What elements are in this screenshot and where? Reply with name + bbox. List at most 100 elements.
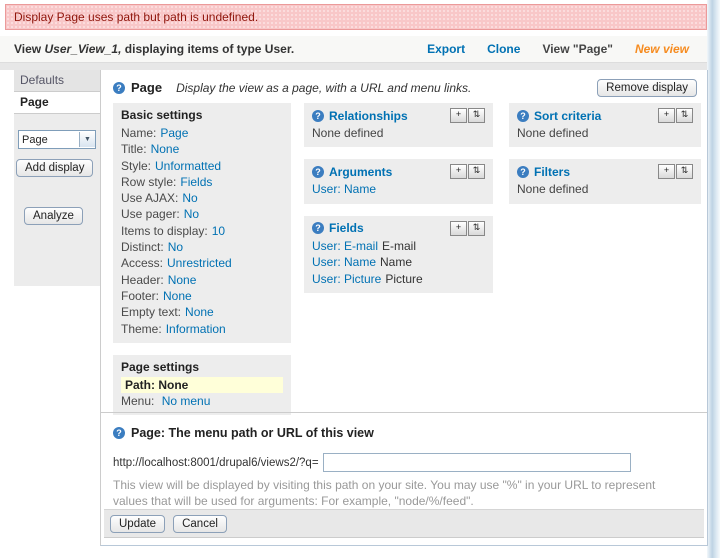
setting-value-link[interactable]: No [168, 240, 183, 254]
header-links: Export Clone View "Page" New view [427, 42, 689, 56]
add-icon[interactable]: + [658, 108, 675, 123]
rearrange-icon[interactable]: ⇅ [676, 164, 693, 180]
help-icon[interactable]: ? [113, 427, 125, 439]
path-label: Path: [125, 377, 155, 392]
setting-value-link[interactable]: Fields [180, 175, 212, 189]
path-url-row: http://localhost:8001/drupal6/views2/?q= [113, 453, 707, 472]
setting-label: Title: [121, 142, 147, 157]
tab-defaults[interactable]: Defaults [14, 70, 100, 92]
field-item-link[interactable]: User: E-mail [312, 239, 378, 253]
view-title-desc: displaying items of type User. [124, 42, 295, 56]
form-actions-bar: Update Cancel [104, 509, 704, 538]
sort-criteria-box: ? Sort criteria + ⇅ None defined [509, 103, 701, 148]
tab-strip [0, 63, 707, 70]
setting-value-link[interactable]: No [182, 191, 197, 205]
update-button[interactable]: Update [110, 514, 166, 533]
export-link[interactable]: Export [427, 42, 465, 56]
menu-label: Menu: [121, 394, 155, 409]
path-value-link[interactable]: None [158, 378, 188, 392]
path-input[interactable] [322, 453, 631, 472]
field-item: User: Picture Picture [312, 271, 485, 287]
add-display-button[interactable]: Add display [16, 159, 94, 177]
sidebar-panel: Page ▼ Add display Analyze [14, 114, 100, 286]
argument-item: User: Name [312, 181, 485, 197]
setting-value-link[interactable]: None [163, 289, 192, 303]
add-icon[interactable]: + [450, 108, 467, 123]
cancel-button[interactable]: Cancel [173, 514, 227, 533]
setting-label: Items to display: [121, 223, 208, 238]
setting-row: Use AJAX: No [121, 190, 283, 206]
rearrange-icon[interactable]: ⇅ [468, 164, 485, 180]
clone-link[interactable]: Clone [487, 42, 520, 56]
arguments-title-link[interactable]: Arguments [329, 165, 450, 179]
setting-value-link[interactable]: Page [160, 126, 188, 140]
help-icon[interactable]: ? [312, 165, 324, 178]
rearrange-icon[interactable]: ⇅ [676, 108, 693, 123]
setting-row: Footer: None [121, 288, 283, 304]
setting-value-link[interactable]: None [151, 142, 180, 156]
new-view-link[interactable]: New view [635, 42, 689, 56]
setting-row: Header: None [121, 272, 283, 288]
help-icon[interactable]: ? [517, 165, 529, 178]
tab-defaults-label: Defaults [20, 73, 65, 87]
argument-item-link[interactable]: User: Name [312, 182, 376, 196]
help-icon[interactable]: ? [113, 81, 125, 94]
setting-value-link[interactable]: None [185, 305, 214, 319]
page-settings-title: Page settings [121, 359, 200, 374]
field-item-label: E-mail [382, 238, 417, 253]
fields-title-link[interactable]: Fields [329, 221, 450, 235]
display-description: Display the view as a page, with a URL a… [176, 80, 472, 95]
help-icon[interactable]: ? [312, 109, 324, 122]
display-type-select[interactable]: Page ▼ [18, 130, 96, 149]
rearrange-icon[interactable]: ⇅ [468, 220, 485, 236]
menu-value-link[interactable]: No menu [162, 394, 211, 408]
help-icon[interactable]: ? [517, 109, 529, 122]
display-settings-panel: ? Page Display the view as a page, with … [100, 70, 708, 546]
field-item: User: E-mail E-mail [312, 238, 485, 254]
path-form-title: Page: The menu path or URL of this view [131, 426, 374, 440]
setting-value-link[interactable]: 10 [212, 224, 225, 238]
setting-value-link[interactable]: No [184, 207, 199, 221]
sort-criteria-title-link[interactable]: Sort criteria [534, 109, 658, 123]
setting-row: Empty text: None [121, 304, 283, 320]
analyze-button[interactable]: Analyze [24, 207, 83, 225]
settings-column-1: Basic settings Name: Page Title: None Styl… [113, 103, 291, 427]
filters-box: ? Filters + ⇅ None defined [509, 159, 701, 204]
setting-label: Row style: [121, 174, 177, 189]
path-description: This view will be displayed by visiting … [113, 478, 656, 508]
setting-label: Name: [121, 126, 157, 140]
basic-settings-box: Basic settings Name: Page Title: None Styl… [113, 103, 291, 343]
add-icon[interactable]: + [450, 220, 467, 236]
view-title-label: View [14, 42, 42, 56]
setting-label: Header: [121, 272, 164, 287]
setting-value-link[interactable]: Unformatted [155, 159, 221, 173]
setting-value-link[interactable]: Information [166, 322, 226, 336]
setting-value-link[interactable]: Unrestricted [167, 256, 232, 270]
field-item-link[interactable]: User: Name [312, 255, 376, 269]
tab-page[interactable]: Page [14, 92, 100, 114]
filters-title-link[interactable]: Filters [534, 165, 658, 179]
display-sidebar: Defaults Page Page ▼ Add display Analyze [14, 70, 100, 286]
relationships-box: ? Relationships + ⇅ None defined [304, 103, 493, 148]
field-item: User: Name Name [312, 254, 485, 270]
view-page-link[interactable]: View "Page" [542, 42, 613, 56]
display-title: Page [131, 80, 163, 95]
remove-display-button[interactable]: Remove display [597, 79, 697, 97]
setting-label: Access: [121, 256, 164, 271]
add-icon[interactable]: + [450, 164, 467, 180]
setting-label: Use AJAX: [121, 191, 179, 206]
path-settings-form: ? Page: The menu path or URL of this vie… [101, 412, 707, 542]
setting-row: Access: Unrestricted [121, 255, 283, 271]
rearrange-icon[interactable]: ⇅ [468, 108, 485, 123]
relationships-title-link[interactable]: Relationships [329, 109, 450, 123]
setting-label: Use pager: [121, 207, 180, 222]
page-edge-decoration [707, 0, 720, 558]
field-item-link[interactable]: User: Picture [312, 272, 381, 286]
views-admin-page: Display Page uses path but path is undef… [0, 0, 720, 558]
setting-value-link[interactable]: None [168, 273, 197, 287]
add-icon[interactable]: + [658, 164, 675, 180]
setting-label: Theme: [121, 321, 162, 336]
help-icon[interactable]: ? [312, 222, 324, 235]
settings-column-3: ? Sort criteria + ⇅ None defined ? Filte… [509, 103, 701, 216]
setting-row: Title: None [121, 141, 283, 157]
